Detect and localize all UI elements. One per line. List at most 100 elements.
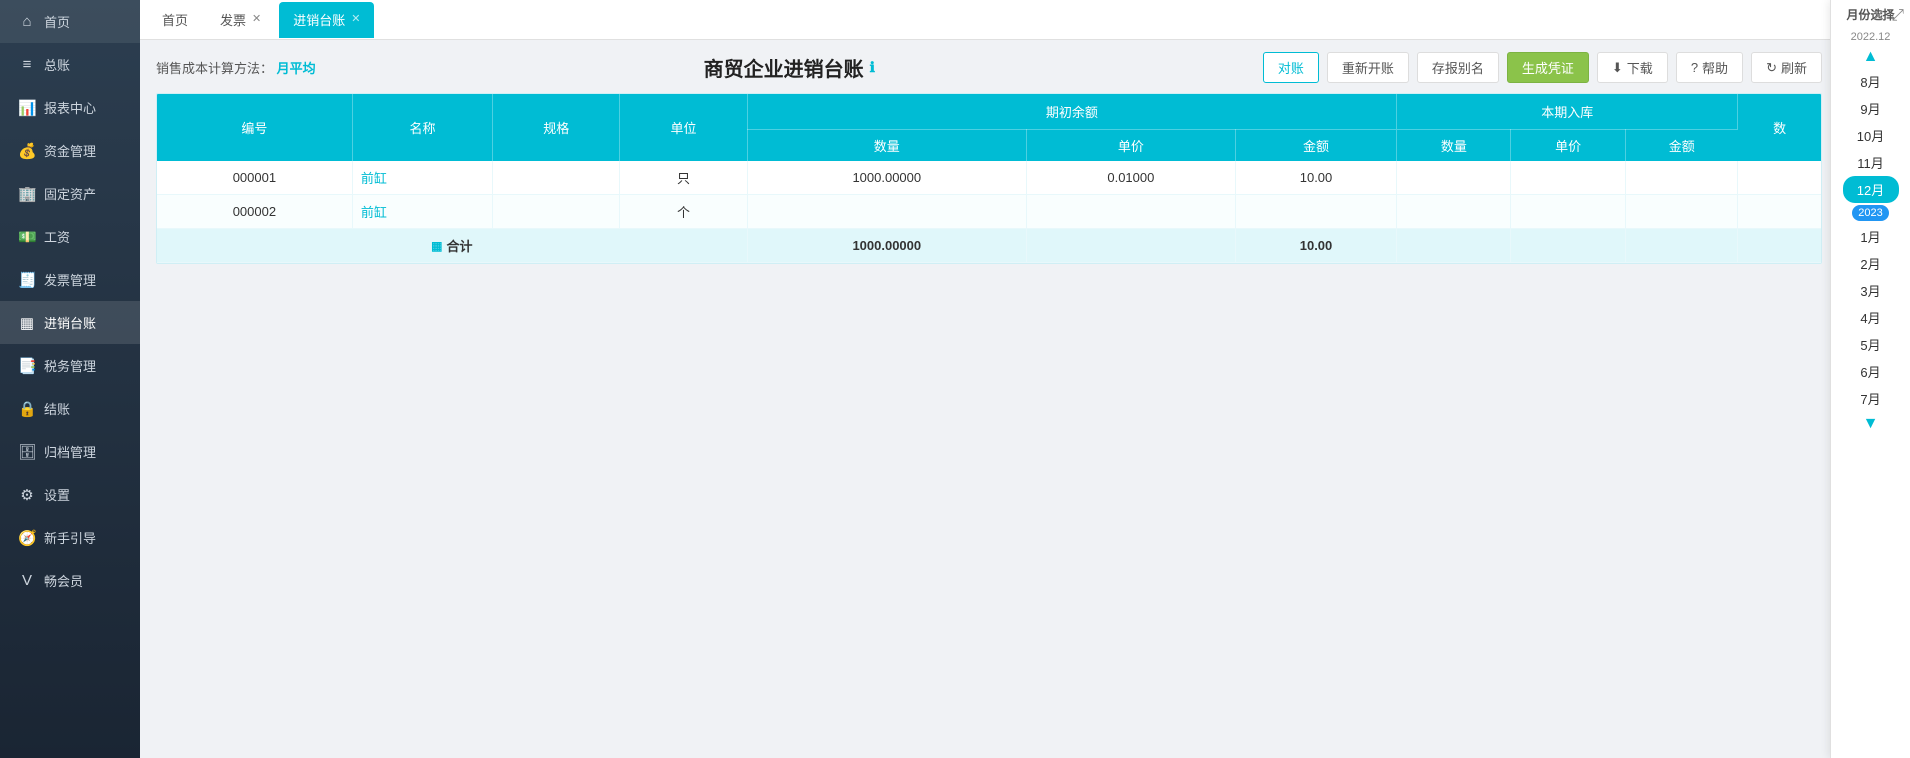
refresh-button[interactable]: ↻ 刷新 <box>1751 52 1822 83</box>
maximize-window-button[interactable]: ⤢ <box>1891 6 1904 26</box>
cell-in-qty <box>1397 195 1511 229</box>
month-5[interactable]: 5月 <box>1843 331 1899 358</box>
refresh-label: 刷新 <box>1781 58 1807 77</box>
ledger-icon: ≡ <box>18 56 36 73</box>
scroll-down-arrow[interactable]: ▼ <box>1863 412 1879 435</box>
tab-purchase-sales-label: 进销台账 <box>293 10 345 29</box>
col-unit: 单位 <box>620 94 747 161</box>
month-2[interactable]: 2月 <box>1843 250 1899 277</box>
sidebar-item-payroll[interactable]: 💵 工资 <box>0 215 140 258</box>
total-in-amount <box>1625 229 1738 263</box>
info-icon[interactable]: ℹ <box>870 59 875 76</box>
reconcile-button[interactable]: 对账 <box>1263 52 1319 83</box>
purchase-sales-icon: ▦ <box>18 314 36 332</box>
sidebar-item-funds[interactable]: 💰 资金管理 <box>0 129 140 172</box>
month-9[interactable]: 9月 <box>1843 95 1899 122</box>
col-code: 编号 <box>157 94 352 161</box>
sidebar-item-assets[interactable]: 🏢 固定资产 <box>0 172 140 215</box>
month-11[interactable]: 11月 <box>1843 149 1899 176</box>
sidebar-item-label: 结账 <box>44 399 70 418</box>
sidebar-item-close[interactable]: 🔒 结账 <box>0 387 140 430</box>
cell-count <box>1738 195 1821 229</box>
sidebar-item-settings[interactable]: ⚙ 设置 <box>0 473 140 516</box>
tab-invoice[interactable]: 发票 ✕ <box>206 2 275 38</box>
tab-purchase-sales-close[interactable]: ✕ <box>351 14 360 25</box>
col-in-amount: 金额 <box>1625 130 1738 162</box>
reports-icon: 📊 <box>18 99 36 117</box>
content-area: 销售成本计算方法： 月平均 商贸企业进销台账 ℹ 对账 重新开账 存报别名 生成… <box>140 40 1910 758</box>
cell-in-qty <box>1397 161 1511 195</box>
month-10[interactable]: 10月 <box>1843 122 1899 149</box>
cell-spec <box>493 161 620 195</box>
save-alias-label: 存报别名 <box>1432 58 1484 77</box>
total-text: 合计 <box>446 236 472 255</box>
download-icon: ⬇ <box>1612 60 1623 76</box>
col-current-in: 本期入库 <box>1397 94 1738 130</box>
cost-method: 销售成本计算方法： 月平均 <box>156 58 316 77</box>
total-open-price <box>1027 229 1236 263</box>
sidebar-item-ledger[interactable]: ≡ 总账 <box>0 43 140 86</box>
sidebar-item-vip[interactable]: V 畅会员 <box>0 559 140 602</box>
month-1[interactable]: 1月 <box>1843 223 1899 250</box>
download-button[interactable]: ⬇ 下载 <box>1597 52 1668 83</box>
close-books-icon: 🔒 <box>18 400 36 418</box>
table-row[interactable]: 000001 前缸 只 1000.00000 0.01000 10.00 <box>157 161 1821 195</box>
sidebar-item-purchase-sales[interactable]: ▦ 进销台账 <box>0 301 140 344</box>
sidebar-item-label: 发票管理 <box>44 270 96 289</box>
cell-unit: 个 <box>620 195 747 229</box>
col-open-price: 单价 <box>1027 130 1236 162</box>
close-window-button[interactable]: ✕ <box>1872 6 1885 26</box>
help-button[interactable]: ? 帮助 <box>1676 52 1743 83</box>
cell-open-amount <box>1235 195 1397 229</box>
total-in-qty <box>1397 229 1511 263</box>
sidebar: ⌂ 首页 ≡ 总账 📊 报表中心 💰 资金管理 🏢 固定资产 💵 工资 🧾 发票… <box>0 0 140 758</box>
tab-home[interactable]: 首页 <box>148 2 202 38</box>
cell-open-amount: 10.00 <box>1235 161 1397 195</box>
help-label: 帮助 <box>1702 58 1728 77</box>
reopen-button[interactable]: 重新开账 <box>1327 52 1409 83</box>
total-row: ▦ 合计 1000.00000 10.00 <box>157 229 1821 263</box>
total-count <box>1738 229 1821 263</box>
total-in-price <box>1511 229 1625 263</box>
sidebar-item-label: 工资 <box>44 227 70 246</box>
cell-in-price <box>1511 161 1625 195</box>
tab-home-label: 首页 <box>162 10 188 29</box>
sidebar-item-guide[interactable]: 🧭 新手引导 <box>0 516 140 559</box>
month-3[interactable]: 3月 <box>1843 277 1899 304</box>
sidebar-item-label: 畅会员 <box>44 571 83 590</box>
cost-method-value: 月平均 <box>277 61 316 76</box>
sidebar-item-reports[interactable]: 📊 报表中心 <box>0 86 140 129</box>
sidebar-item-label: 首页 <box>44 12 70 31</box>
cell-open-price: 0.01000 <box>1027 161 1236 195</box>
reopen-label: 重新开账 <box>1342 58 1394 77</box>
sidebar-item-archive[interactable]: 🗄 归档管理 <box>0 430 140 473</box>
sidebar-item-label: 报表中心 <box>44 98 96 117</box>
main-area: 首页 发票 ✕ 进销台账 ✕ 销售成本计算方法： 月平均 商贸企业进销台账 ℹ … <box>140 0 1910 758</box>
month-12[interactable]: 12月 <box>1843 176 1899 203</box>
col-opening-balance: 期初余额 <box>747 94 1397 130</box>
help-icon: ? <box>1691 60 1698 75</box>
cell-open-qty <box>747 195 1026 229</box>
month-6[interactable]: 6月 <box>1843 358 1899 385</box>
sidebar-item-invoice-mgmt[interactable]: 🧾 发票管理 <box>0 258 140 301</box>
save-alias-button[interactable]: 存报别名 <box>1417 52 1499 83</box>
month-4[interactable]: 4月 <box>1843 304 1899 331</box>
month-8[interactable]: 8月 <box>1843 68 1899 95</box>
col-open-qty: 数量 <box>747 130 1026 162</box>
table-row[interactable]: 000002 前缸 个 <box>157 195 1821 229</box>
action-buttons: 对账 重新开账 存报别名 生成凭证 ⬇ 下载 ? 帮助 <box>1263 52 1822 83</box>
total-label-cell: ▦ 合计 <box>157 229 747 263</box>
col-in-qty: 数量 <box>1397 130 1511 162</box>
generate-voucher-button[interactable]: 生成凭证 <box>1507 52 1589 83</box>
cell-open-qty: 1000.00000 <box>747 161 1026 195</box>
cell-open-price <box>1027 195 1236 229</box>
tab-invoice-close[interactable]: ✕ <box>252 14 261 25</box>
scroll-up-arrow[interactable]: ▲ <box>1863 45 1879 68</box>
col-in-price: 单价 <box>1511 130 1625 162</box>
window-controls: ✕ ⤢ <box>1872 6 1904 26</box>
sidebar-item-tax[interactable]: 📑 税务管理 <box>0 344 140 387</box>
tab-purchase-sales[interactable]: 进销台账 ✕ <box>279 2 374 38</box>
cell-unit: 只 <box>620 161 747 195</box>
month-7[interactable]: 7月 <box>1843 385 1899 412</box>
sidebar-item-home[interactable]: ⌂ 首页 <box>0 0 140 43</box>
